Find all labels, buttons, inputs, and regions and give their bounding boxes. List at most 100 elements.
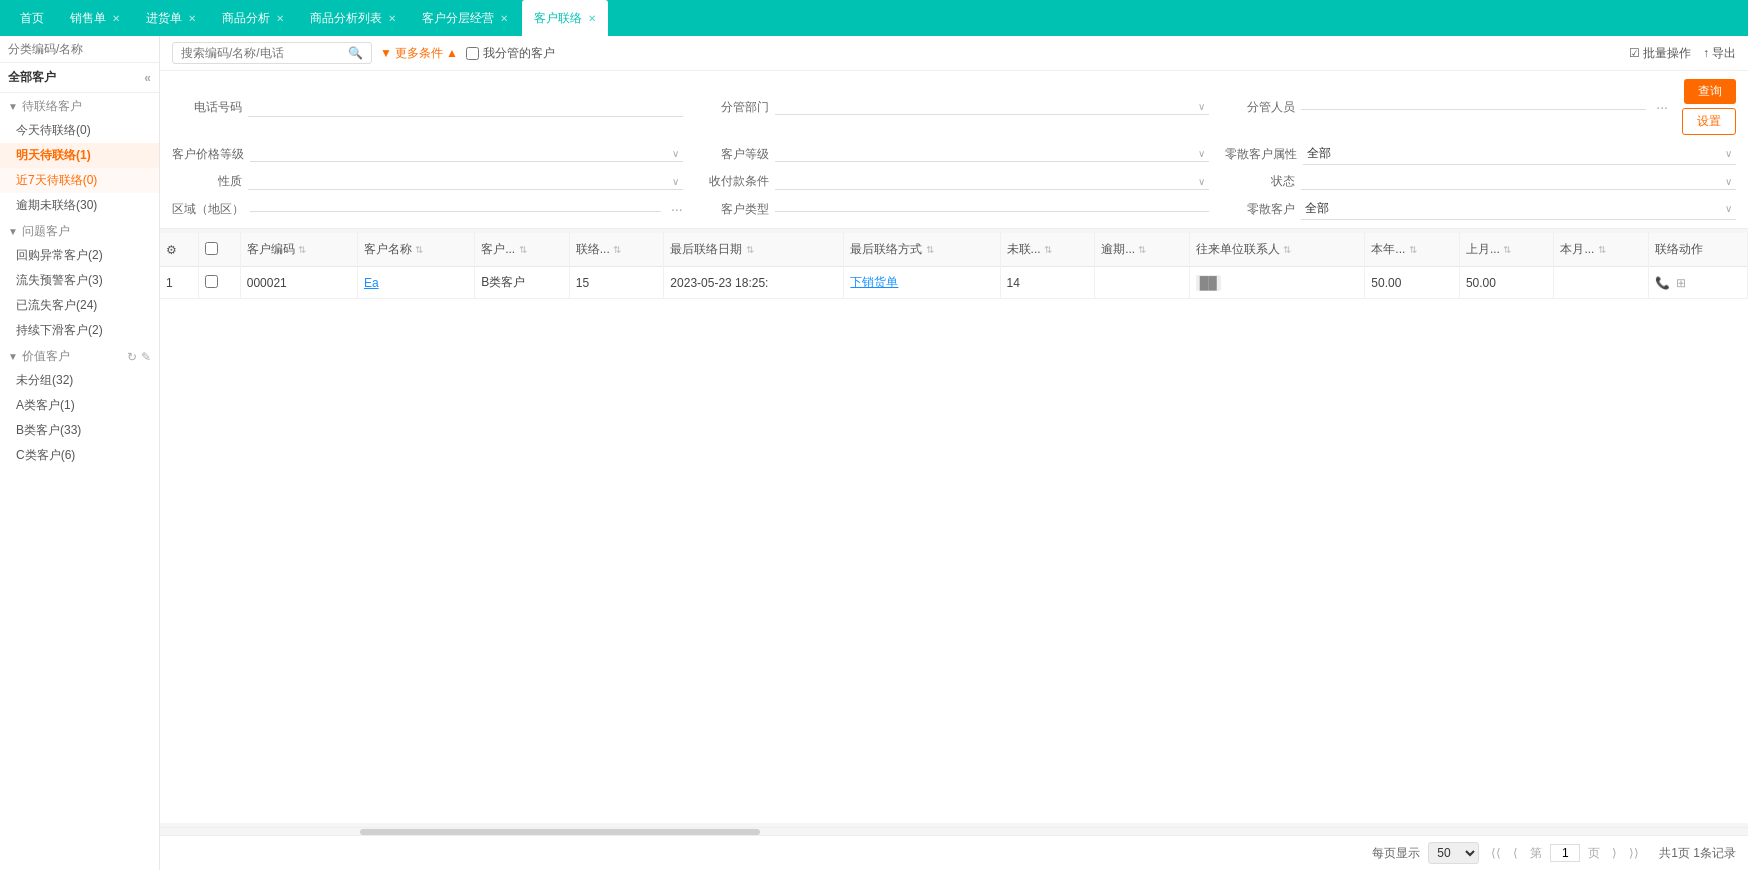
sidebar-item-churned[interactable]: 已流失客户(24) [0,293,159,318]
customer-level-select[interactable]: ∨ [775,146,1210,162]
page-first-icon[interactable]: ⟨⟨ [1487,845,1505,861]
sidebar-item-7days-pending[interactable]: 近7天待联络(0) [0,168,159,193]
sidebar-problem-label: ▼ 问题客户 [0,218,159,243]
nav-product-analysis-list[interactable]: 商品分析列表 ✕ [298,0,408,36]
search-input[interactable] [181,46,344,60]
row-checkbox[interactable] [205,275,218,288]
region-dots-icon[interactable]: ··· [671,201,683,217]
cell-not-contacted: 14 [1000,267,1095,299]
close-customer-contact-icon[interactable]: ✕ [588,13,596,24]
retail-customer-select[interactable]: 全部 ∨ [1301,198,1736,220]
nav-customer-tier[interactable]: 客户分层经营 ✕ [410,0,520,36]
sidebar-item-abnormal-repurchase[interactable]: 回购异常客户(2) [0,243,159,268]
total-records: 共1页 1条记录 [1659,845,1736,862]
page-last-icon[interactable]: ⟩⟩ [1625,845,1643,861]
horizontal-scrollbar[interactable] [160,827,1748,835]
nav-customer-contact[interactable]: 客户联络 ✕ [522,0,608,36]
col-name[interactable]: 客户名称 ⇅ [357,233,474,267]
col-code[interactable]: 客户编码 ⇅ [240,233,357,267]
close-product-analysis-list-icon[interactable]: ✕ [388,13,396,24]
col-checkbox[interactable] [198,233,240,267]
cell-type: B类客户 [475,267,570,299]
col-last-date[interactable]: 最后联络日期 ⇅ [664,233,844,267]
col-settings[interactable]: ⚙ [160,233,198,267]
customer-type-select[interactable] [775,207,1210,212]
region-select[interactable] [250,207,661,212]
sidebar-item-today-pending[interactable]: 今天待联络(0) [0,118,159,143]
col-overdue[interactable]: 逾期... ⇅ [1095,233,1190,267]
toolbar: 🔍 ▼ 更多条件 ▲ 我分管的客户 ☑ 批量操作 ↑ 导出 [160,36,1748,71]
nature-select[interactable]: ∨ [248,174,683,190]
settings-button[interactable]: 设置 [1682,108,1736,135]
sidebar-collapse-icon[interactable]: « [144,71,151,85]
col-action: 联络动作 [1649,233,1748,267]
close-sales-order-icon[interactable]: ✕ [112,13,120,24]
retail-attr-select[interactable]: 全部 ∨ [1303,143,1736,165]
nav-purchase-order[interactable]: 进货单 ✕ [134,0,208,36]
sidebar-item-tomorrow-pending[interactable]: 明天待联络(1) [0,143,159,168]
sidebar-item-overdue-pending[interactable]: 逾期未联络(30) [0,193,159,218]
nav-product-analysis[interactable]: 商品分析 ✕ [210,0,296,36]
query-button[interactable]: 查询 [1684,79,1736,104]
filter-action-buttons: 查询 设置 [1682,79,1736,135]
search-box: 🔍 [172,42,372,64]
my-customer-checkbox[interactable] [466,47,479,60]
col-not-contacted[interactable]: 未联... ⇅ [1000,233,1095,267]
dept-select[interactable]: ∨ [775,99,1210,115]
close-purchase-order-icon[interactable]: ✕ [188,13,196,24]
scrollbar-thumb[interactable] [360,829,760,835]
page-number-input[interactable] [1550,844,1580,862]
page-prev-icon[interactable]: ⟨ [1509,845,1522,861]
cell-checkbox[interactable] [198,267,240,299]
sort-last-method-icon: ⇅ [926,244,934,255]
col-this-year[interactable]: 本年... ⇅ [1365,233,1460,267]
phone-action-icon[interactable]: 📞 [1655,276,1670,290]
sidebar-item-class-a[interactable]: A类客户(1) [0,393,159,418]
col-last-method[interactable]: 最后联络方式 ⇅ [844,233,1000,267]
export-button[interactable]: ↑ 导出 [1703,45,1736,62]
sidebar-item-ungrouped[interactable]: 未分组(32) [0,368,159,393]
price-level-select[interactable]: ∨ [250,146,683,162]
page-size-select[interactable]: 50 100 200 [1428,842,1479,864]
col-unit-contact[interactable]: 往来单位联系人 ⇅ [1189,233,1365,267]
cell-last-method[interactable]: 下销货单 [844,267,1000,299]
status-select[interactable]: ∨ [1301,174,1736,190]
cell-name[interactable]: Ea [357,267,474,299]
phone-input[interactable] [248,98,683,117]
payment-select[interactable]: ∨ [775,174,1210,190]
value-refresh-icon[interactable]: ↻ [127,350,137,364]
grid-action-icon[interactable]: ⊞ [1676,276,1686,290]
person-select[interactable] [1301,105,1646,110]
sort-this-year-icon: ⇅ [1409,244,1417,255]
sidebar-item-declining[interactable]: 持续下滑客户(2) [0,318,159,343]
sidebar-item-class-c[interactable]: C类客户(6) [0,443,159,468]
more-conditions-button[interactable]: ▼ 更多条件 ▲ [380,45,458,62]
page-next-icon[interactable]: ⟩ [1608,845,1621,861]
cell-action: 📞 ⊞ [1649,267,1748,299]
action-icons: 📞 ⊞ [1655,276,1741,290]
customer-level-chev-icon: ∨ [1198,148,1205,159]
select-all-checkbox[interactable] [205,242,218,255]
sidebar-item-class-b[interactable]: B类客户(33) [0,418,159,443]
batch-op-button[interactable]: ☑ 批量操作 [1629,45,1691,62]
nav-sales-order[interactable]: 销售单 ✕ [58,0,132,36]
nav-home[interactable]: 首页 [8,0,56,36]
page-navigation: ⟨⟨ ⟨ 第 页 ⟩ ⟩⟩ [1487,844,1643,863]
chevron-up-icon: ▲ [446,46,458,60]
sort-name-icon: ⇅ [415,244,423,255]
col-last-month[interactable]: 上月... ⇅ [1459,233,1554,267]
value-edit-icon[interactable]: ✎ [141,350,151,364]
sidebar-search-input[interactable] [8,42,158,56]
sidebar-all-customers-header[interactable]: 全部客户 « [0,63,159,93]
sidebar-item-churn-warning[interactable]: 流失预警客户(3) [0,268,159,293]
person-dots-icon[interactable]: ··· [1656,99,1668,115]
col-this-month[interactable]: 本月... ⇅ [1554,233,1649,267]
close-product-analysis-icon[interactable]: ✕ [276,13,284,24]
filter-price-level: 客户价格等级 ∨ [172,143,683,165]
col-contacts[interactable]: 联络... ⇅ [569,233,664,267]
close-customer-tier-icon[interactable]: ✕ [500,13,508,24]
col-type[interactable]: 客户... ⇅ [475,233,570,267]
search-icon[interactable]: 🔍 [348,46,363,60]
my-customer-checkbox-area[interactable]: 我分管的客户 [466,45,555,62]
cell-unit-contact: ██ [1189,267,1365,299]
